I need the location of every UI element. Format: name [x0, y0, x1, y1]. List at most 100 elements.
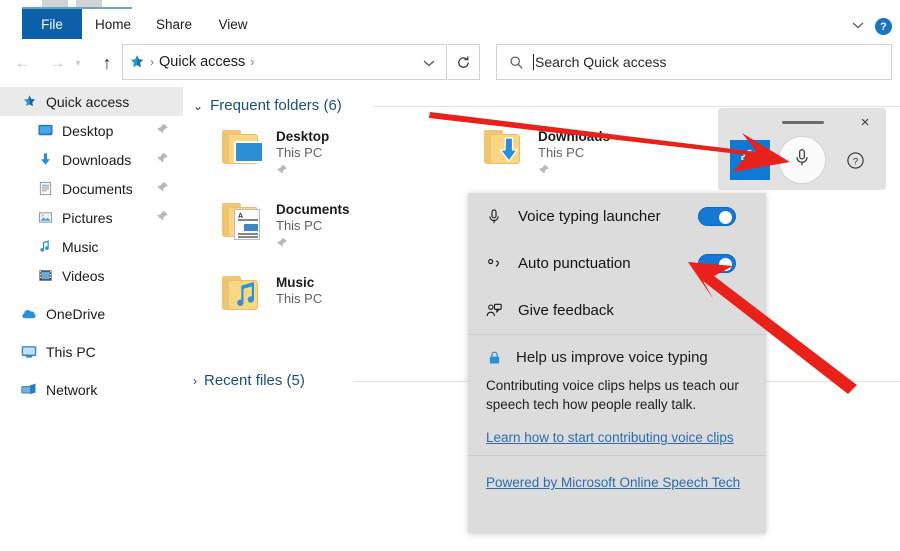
folder-name: Desktop — [276, 129, 330, 144]
menu-item-auto-punctuation[interactable]: Auto punctuation — [468, 240, 766, 287]
breadcrumb-quick-access[interactable]: Quick access — [159, 54, 245, 70]
back-arrow-icon[interactable]: ← — [10, 50, 36, 76]
voice-typing-settings-flyout: Voice typing launcher Auto punctuation G… — [468, 193, 766, 533]
chevron-down-icon[interactable]: ⌄ — [193, 99, 203, 113]
sidebar-item-videos[interactable]: Videos — [0, 261, 183, 290]
sidebar-item-label: Videos — [62, 267, 105, 284]
sidebar-item-label: This PC — [46, 343, 96, 360]
privacy-info-section: Help us improve voice typing Contributin… — [468, 335, 766, 455]
sidebar-item-this-pc[interactable]: This PC — [0, 337, 183, 366]
tab-home[interactable]: Home — [82, 9, 144, 39]
pin-icon[interactable] — [276, 236, 288, 248]
close-icon[interactable]: × — [856, 113, 874, 131]
tab-share[interactable]: Share — [144, 9, 204, 39]
pin-icon[interactable] — [276, 163, 288, 175]
contributing-voice-clips-link[interactable]: Learn how to start contributing voice cl… — [486, 430, 748, 445]
sidebar-item-label: OneDrive — [46, 305, 106, 322]
file-explorer-window: File Home Share View ? ← → ▾ ↑ › Quick a… — [0, 0, 900, 551]
folder-item-downloads[interactable]: Downloads This PC — [483, 127, 610, 175]
sidebar-item-desktop[interactable]: Desktop — [0, 116, 183, 145]
search-icon — [509, 55, 524, 70]
group-header-frequent-folders[interactable]: ⌄ Frequent folders (6) — [193, 97, 342, 114]
sidebar-item-downloads[interactable]: Downloads — [0, 145, 183, 174]
chevron-down-icon[interactable] — [851, 18, 865, 32]
sidebar-item-onedrive[interactable]: OneDrive — [0, 299, 183, 328]
chevron-right-icon[interactable]: › — [193, 374, 197, 388]
svg-text:?: ? — [852, 156, 857, 167]
group-header-label: Recent files (5) — [204, 372, 305, 389]
ribbon-tab-bar: File Home Share View ? — [0, 9, 900, 39]
menu-item-label: Voice typing launcher — [518, 208, 661, 225]
help-circle-icon[interactable]: ? — [845, 150, 865, 170]
punctuation-icon — [482, 252, 506, 276]
powered-by-link[interactable]: Powered by Microsoft Online Speech Tech — [486, 475, 740, 490]
sidebar-item-label: Downloads — [62, 151, 132, 168]
up-arrow-icon[interactable]: ↑ — [94, 50, 120, 76]
download-icon — [36, 151, 54, 169]
microphone-button[interactable] — [778, 136, 826, 184]
toggle-voice-typing-launcher[interactable] — [698, 207, 736, 226]
pictures-icon — [36, 209, 54, 227]
folder-icon — [221, 127, 267, 169]
sidebar-item-pictures[interactable]: Pictures — [0, 203, 183, 232]
sidebar-item-quick-access[interactable]: Quick access — [0, 87, 183, 116]
title-bar-strip — [0, 0, 900, 9]
network-icon — [20, 381, 38, 399]
text-caret — [533, 54, 534, 70]
menu-item-give-feedback[interactable]: Give feedback — [468, 287, 766, 334]
search-input[interactable]: Search Quick access — [496, 44, 892, 80]
pin-icon[interactable] — [156, 181, 169, 194]
tab-view[interactable]: View — [204, 9, 262, 39]
help-badge-icon[interactable]: ? — [875, 18, 892, 35]
microphone-icon — [482, 205, 506, 229]
group-header-rule — [373, 106, 900, 107]
folder-item-documents[interactable]: A Documents This PC — [221, 200, 350, 248]
group-header-recent-files[interactable]: › Recent files (5) — [193, 372, 305, 389]
sidebar-item-label: Quick access — [46, 93, 130, 110]
folder-location: This PC — [276, 145, 323, 160]
search-input-value[interactable]: Search Quick access — [535, 54, 667, 70]
recent-locations-icon[interactable]: ▾ — [70, 50, 86, 76]
forward-arrow-icon[interactable]: → — [44, 50, 70, 76]
refresh-button[interactable] — [448, 44, 480, 80]
pin-icon[interactable] — [156, 210, 169, 223]
folder-item-music[interactable]: Music This PC — [221, 273, 322, 315]
pin-icon[interactable] — [538, 163, 550, 175]
videos-icon — [36, 267, 54, 285]
titlebar-ghost-button-2 — [76, 0, 102, 7]
sidebar-item-network[interactable]: Network — [0, 375, 183, 404]
menu-item-label: Give feedback — [518, 302, 614, 319]
pin-icon[interactable] — [156, 123, 169, 136]
breadcrumb-separator-1: › — [150, 55, 154, 69]
folder-location: This PC — [538, 145, 585, 160]
folder-location: This PC — [276, 218, 323, 233]
sidebar-item-documents[interactable]: Documents — [0, 174, 183, 203]
desktop-overlay-icon — [234, 141, 264, 163]
privacy-info-title: Help us improve voice typing — [516, 349, 708, 366]
folder-location: This PC — [276, 291, 323, 306]
navigation-pane: Quick access Desktop Downloads Documents… — [0, 87, 183, 551]
pin-icon[interactable] — [156, 152, 169, 165]
sidebar-item-music[interactable]: Music — [0, 232, 183, 261]
toggle-auto-punctuation[interactable] — [698, 254, 736, 273]
menu-item-voice-typing-launcher[interactable]: Voice typing launcher — [468, 193, 766, 240]
folder-item-desktop[interactable]: Desktop This PC — [221, 127, 329, 175]
gear-icon — [740, 148, 760, 173]
voice-settings-button[interactable] — [730, 140, 770, 180]
feedback-icon — [482, 299, 506, 323]
menu-item-label: Auto punctuation — [518, 255, 631, 272]
download-overlay-icon — [497, 137, 521, 168]
lock-icon — [486, 350, 502, 366]
breadcrumb-address-field[interactable]: › Quick access › — [122, 44, 447, 80]
flyout-footer: Powered by Microsoft Online Speech Tech — [468, 456, 766, 492]
folder-name: Music — [276, 275, 315, 290]
drag-handle-icon[interactable] — [782, 121, 824, 124]
voice-typing-bar: × ? — [718, 108, 886, 190]
sidebar-item-label: Documents — [62, 180, 133, 197]
tab-file[interactable]: File — [22, 9, 82, 39]
sidebar-item-label: Desktop — [62, 122, 114, 139]
address-dropdown-chevron-icon[interactable] — [422, 56, 436, 73]
